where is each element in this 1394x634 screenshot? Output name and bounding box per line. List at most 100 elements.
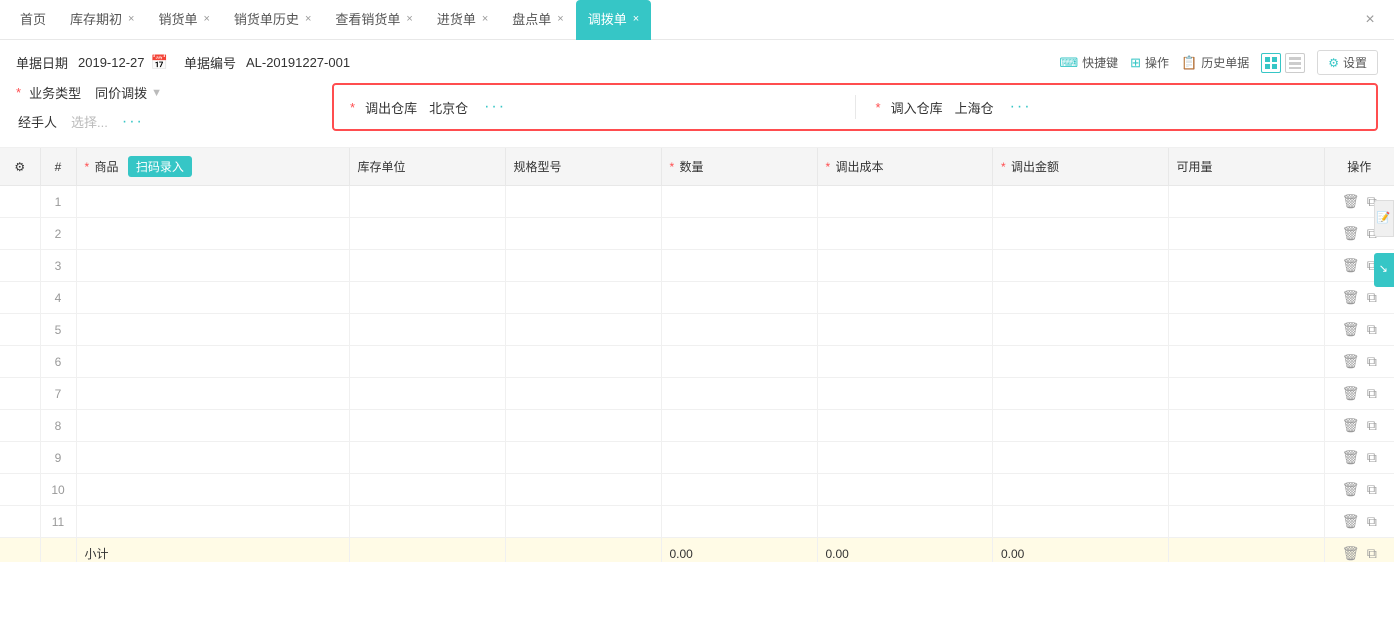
side-notes-btn[interactable]: 📝 xyxy=(1374,200,1394,237)
tab-transfer-close[interactable]: × xyxy=(633,13,639,25)
td-qty-6[interactable] xyxy=(661,346,817,378)
td-product-11[interactable] xyxy=(76,506,349,538)
td-cost-10[interactable] xyxy=(817,474,993,506)
td-qty-10[interactable] xyxy=(661,474,817,506)
delete-icon-5[interactable]: 🗑 xyxy=(1342,321,1360,337)
td-avail-4[interactable] xyxy=(1168,282,1324,314)
in-warehouse-value[interactable]: 上海仓 xyxy=(955,98,994,117)
td-amount-4[interactable] xyxy=(993,282,1169,314)
td-avail-1[interactable] xyxy=(1168,186,1324,218)
tab-view-sales[interactable]: 查看销货单 × xyxy=(323,0,424,40)
td-qty-5[interactable] xyxy=(661,314,817,346)
layout-icon-1[interactable] xyxy=(1261,53,1281,73)
tab-purchase[interactable]: 进货单 × xyxy=(425,0,500,40)
person-select[interactable]: 选择... xyxy=(71,112,108,131)
td-product-4[interactable] xyxy=(76,282,349,314)
td-spec-9[interactable] xyxy=(505,442,661,474)
td-unit-3[interactable] xyxy=(349,250,505,282)
delete-icon-8[interactable]: 🗑 xyxy=(1342,417,1360,433)
td-qty-9[interactable] xyxy=(661,442,817,474)
td-avail-11[interactable] xyxy=(1168,506,1324,538)
layout-icon-2[interactable] xyxy=(1285,53,1305,73)
td-amount-8[interactable] xyxy=(993,410,1169,442)
th-settings[interactable]: ⚙ xyxy=(0,148,40,186)
tab-inventory-close[interactable]: × xyxy=(557,13,563,25)
td-spec-8[interactable] xyxy=(505,410,661,442)
out-warehouse-more[interactable]: ··· xyxy=(484,98,506,116)
tab-stock-init-close[interactable]: × xyxy=(128,13,134,25)
td-avail-10[interactable] xyxy=(1168,474,1324,506)
person-more-icon[interactable]: ··· xyxy=(122,113,144,131)
td-qty-4[interactable] xyxy=(661,282,817,314)
operation-btn[interactable]: ⊞ 操作 xyxy=(1130,54,1169,71)
td-product-5[interactable] xyxy=(76,314,349,346)
business-type-select[interactable]: 同价调拨 ▼ xyxy=(87,83,207,102)
td-amount-1[interactable] xyxy=(993,186,1169,218)
td-cost-1[interactable] xyxy=(817,186,993,218)
td-amount-6[interactable] xyxy=(993,346,1169,378)
td-qty-2[interactable] xyxy=(661,218,817,250)
td-qty-3[interactable] xyxy=(661,250,817,282)
td-amount-5[interactable] xyxy=(993,314,1169,346)
tab-sales-order[interactable]: 销货单 × xyxy=(146,0,221,40)
td-unit-11[interactable] xyxy=(349,506,505,538)
td-product-8[interactable] xyxy=(76,410,349,442)
td-product-10[interactable] xyxy=(76,474,349,506)
td-unit-6[interactable] xyxy=(349,346,505,378)
out-warehouse-value[interactable]: 北京仓 xyxy=(429,98,468,117)
td-unit-5[interactable] xyxy=(349,314,505,346)
settings-button[interactable]: ⚙ 设置 xyxy=(1317,50,1378,75)
tab-home[interactable]: 首页 xyxy=(8,0,58,40)
tab-purchase-close[interactable]: × xyxy=(482,13,488,25)
shortcut-btn[interactable]: ⌨ 快捷键 xyxy=(1059,54,1118,71)
td-unit-1[interactable] xyxy=(349,186,505,218)
td-qty-7[interactable] xyxy=(661,378,817,410)
td-cost-9[interactable] xyxy=(817,442,993,474)
delete-icon-3[interactable]: 🗑 xyxy=(1342,257,1360,273)
scan-button[interactable]: 扫码录入 xyxy=(128,156,192,177)
td-cost-11[interactable] xyxy=(817,506,993,538)
delete-icon-9[interactable]: 🗑 xyxy=(1342,449,1360,465)
td-cost-4[interactable] xyxy=(817,282,993,314)
td-unit-8[interactable] xyxy=(349,410,505,442)
delete-icon-10[interactable]: 🗑 xyxy=(1342,481,1360,497)
td-spec-5[interactable] xyxy=(505,314,661,346)
td-spec-3[interactable] xyxy=(505,250,661,282)
delete-icon-7[interactable]: 🗑 xyxy=(1342,385,1360,401)
delete-icon-11[interactable]: 🗑 xyxy=(1342,513,1360,529)
td-amount-9[interactable] xyxy=(993,442,1169,474)
td-avail-9[interactable] xyxy=(1168,442,1324,474)
td-avail-7[interactable] xyxy=(1168,378,1324,410)
td-spec-4[interactable] xyxy=(505,282,661,314)
td-product-3[interactable] xyxy=(76,250,349,282)
td-amount-10[interactable] xyxy=(993,474,1169,506)
td-product-9[interactable] xyxy=(76,442,349,474)
subtotal-delete-icon[interactable]: 🗑 xyxy=(1342,545,1360,561)
side-expand-btn[interactable]: ↗ xyxy=(1374,253,1394,286)
td-cost-3[interactable] xyxy=(817,250,993,282)
td-avail-3[interactable] xyxy=(1168,250,1324,282)
td-amount-11[interactable] xyxy=(993,506,1169,538)
td-cost-5[interactable] xyxy=(817,314,993,346)
td-avail-5[interactable] xyxy=(1168,314,1324,346)
delete-icon-1[interactable]: 🗑 xyxy=(1342,193,1360,209)
td-amount-2[interactable] xyxy=(993,218,1169,250)
td-spec-10[interactable] xyxy=(505,474,661,506)
delete-icon-6[interactable]: 🗑 xyxy=(1342,353,1360,369)
td-unit-2[interactable] xyxy=(349,218,505,250)
history-btn[interactable]: 📋 历史单据 xyxy=(1181,54,1249,71)
td-cost-8[interactable] xyxy=(817,410,993,442)
td-avail-2[interactable] xyxy=(1168,218,1324,250)
td-cost-6[interactable] xyxy=(817,346,993,378)
td-cost-7[interactable] xyxy=(817,378,993,410)
td-unit-7[interactable] xyxy=(349,378,505,410)
td-cost-2[interactable] xyxy=(817,218,993,250)
td-qty-1[interactable] xyxy=(661,186,817,218)
td-unit-4[interactable] xyxy=(349,282,505,314)
in-warehouse-more[interactable]: ··· xyxy=(1010,98,1032,116)
td-product-7[interactable] xyxy=(76,378,349,410)
tab-view-sales-close[interactable]: × xyxy=(406,13,412,25)
td-product-1[interactable] xyxy=(76,186,349,218)
td-product-6[interactable] xyxy=(76,346,349,378)
td-amount-3[interactable] xyxy=(993,250,1169,282)
